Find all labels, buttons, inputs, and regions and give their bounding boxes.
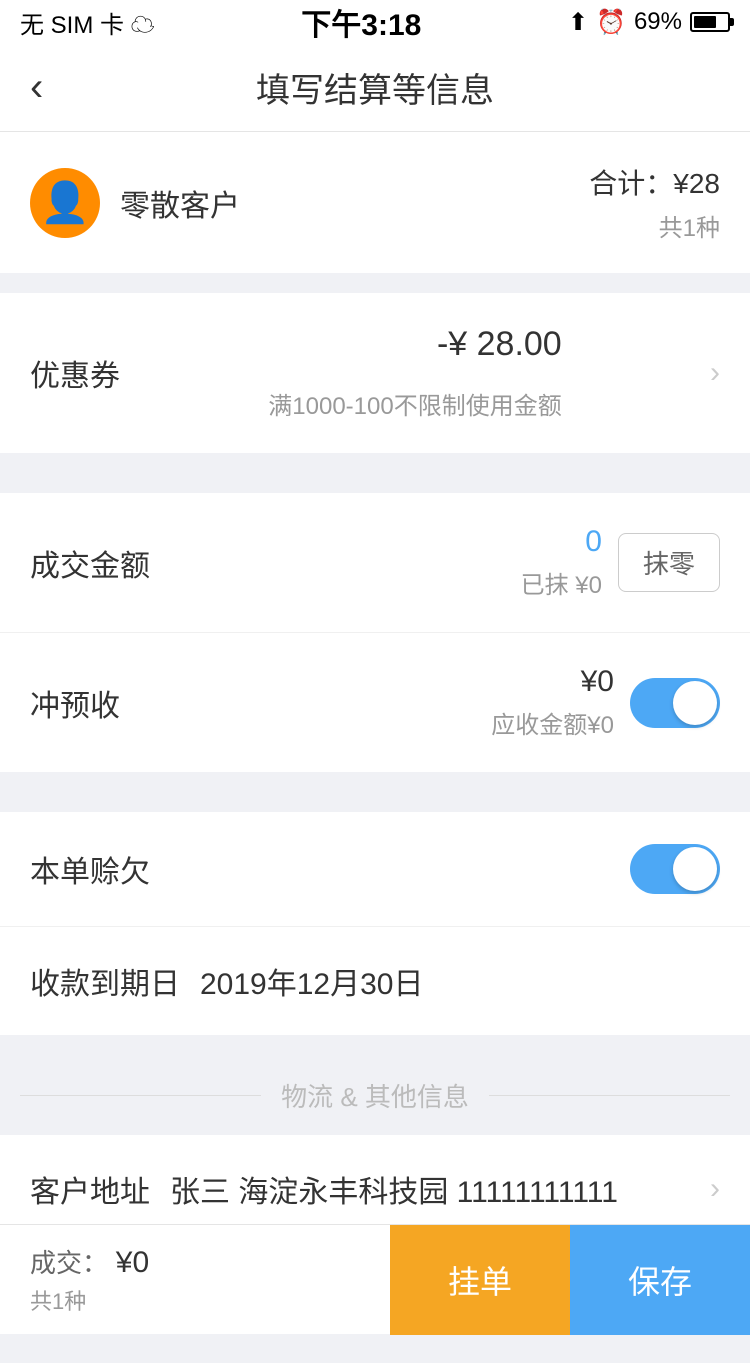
debt-row: 本单赊欠 <box>0 812 750 927</box>
due-date-row: 收款到期日 2019年12月30日 <box>0 927 750 1035</box>
page-title: 填写结算等信息 <box>256 63 494 112</box>
nav-bar: ‹ 填写结算等信息 <box>0 44 750 132</box>
prepayment-amount-col: ¥0 应收金额¥0 <box>491 665 614 740</box>
status-bar: 无 SIM 卡 ☁ 下午3:18 ⬆ ⏰ 69% <box>0 0 750 44</box>
address-label: 客户地址 <box>30 1167 150 1211</box>
battery-icon <box>690 12 730 32</box>
sim-label: 无 SIM 卡 ☁ <box>20 5 155 40</box>
bottom-deal-amount: ¥0 <box>116 1246 149 1279</box>
avatar-icon: 👤 <box>40 179 90 226</box>
pending-button[interactable]: 挂单 <box>390 1225 570 1335</box>
due-date-value: 2019年12月30日 <box>200 959 423 1003</box>
bottom-bar: 成交： ¥0 共1种 挂单 保存 <box>0 1224 750 1334</box>
deal-amount-sub: 已抹 ¥0 <box>521 565 602 600</box>
customer-right: 合计：¥28 共1种 <box>589 162 720 243</box>
chevron-right-icon: › <box>710 356 720 390</box>
due-date-label: 收款到期日 <box>30 959 180 1003</box>
prepayment-row: 冲预收 ¥0 应收金额¥0 <box>0 633 750 772</box>
address-value: 张三 海淀永丰科技园 11111111111 <box>170 1167 710 1211</box>
customer-total: 合计：¥28 <box>589 162 720 202</box>
coupon-row[interactable]: 优惠券 -¥ 28.00 满1000-100不限制使用金额 › <box>0 293 750 453</box>
coupon-label: 优惠券 <box>30 351 120 395</box>
battery-percent: 69% <box>634 8 682 36</box>
prepayment-toggle[interactable] <box>630 678 720 728</box>
bottom-deal-label: 成交： <box>30 1248 108 1278</box>
status-bar-time: 下午3:18 <box>301 0 421 44</box>
logistics-line-left <box>20 1095 261 1096</box>
logistics-divider: 物流 & 其他信息 <box>0 1055 750 1135</box>
customer-avatar: 👤 <box>30 168 100 238</box>
debt-toggle-knob <box>673 847 717 891</box>
divider-2 <box>0 792 750 812</box>
customer-left: 👤 零散客户 <box>30 168 240 238</box>
debt-toggle[interactable] <box>630 844 720 894</box>
content-area: 👤 零散客户 合计：¥28 共1种 优惠券 -¥ 28.00 满1000-100… <box>0 132 750 1363</box>
divider-1 <box>0 473 750 493</box>
bottom-count: 共1种 <box>30 1284 360 1316</box>
logistics-text: 物流 & 其他信息 <box>281 1077 469 1114</box>
status-bar-right: ⬆ ⏰ 69% <box>568 8 730 37</box>
deal-amount-label: 成交金额 <box>30 541 150 585</box>
address-chevron-icon: › <box>710 1172 720 1206</box>
debt-label: 本单赊欠 <box>30 847 150 891</box>
back-button[interactable]: ‹ <box>30 65 43 110</box>
customer-name: 零散客户 <box>120 181 240 225</box>
customer-count: 共1种 <box>589 208 720 243</box>
alarm-icon: ⏰ <box>596 8 626 37</box>
prepayment-label: 冲预收 <box>30 681 120 725</box>
round-zero-button[interactable]: 抹零 <box>618 533 720 592</box>
bottom-deal-row: 成交： ¥0 <box>30 1243 360 1280</box>
deal-amount-row: 成交金额 0 已抹 ¥0 抹零 <box>0 493 750 633</box>
prepayment-amount: ¥0 <box>581 665 614 699</box>
prepayment-right: ¥0 应收金额¥0 <box>491 665 720 740</box>
debt-section: 本单赊欠 收款到期日 2019年12月30日 <box>0 812 750 1035</box>
coupon-right: -¥ 28.00 满1000-100不限制使用金额 <box>268 325 561 421</box>
location-icon: ⬆ <box>568 8 588 37</box>
coupon-discount: -¥ 28.00 <box>437 325 562 364</box>
coupon-section: 优惠券 -¥ 28.00 满1000-100不限制使用金额 › <box>0 293 750 453</box>
status-bar-left: 无 SIM 卡 ☁ <box>20 5 155 40</box>
deal-amount-col: 0 已抹 ¥0 <box>521 525 602 600</box>
logistics-line-right <box>489 1095 730 1096</box>
coupon-description: 满1000-100不限制使用金额 <box>268 386 561 421</box>
save-button[interactable]: 保存 <box>570 1225 750 1335</box>
prepayment-sub: 应收金额¥0 <box>491 705 614 740</box>
deal-amount-value: 0 <box>585 525 602 559</box>
toggle-knob <box>673 681 717 725</box>
customer-card: 👤 零散客户 合计：¥28 共1种 <box>0 132 750 273</box>
deal-section: 成交金额 0 已抹 ¥0 抹零 冲预收 ¥0 应收金额¥0 <box>0 493 750 772</box>
deal-amount-right: 0 已抹 ¥0 抹零 <box>521 525 720 600</box>
bottom-info: 成交： ¥0 共1种 <box>0 1243 390 1316</box>
